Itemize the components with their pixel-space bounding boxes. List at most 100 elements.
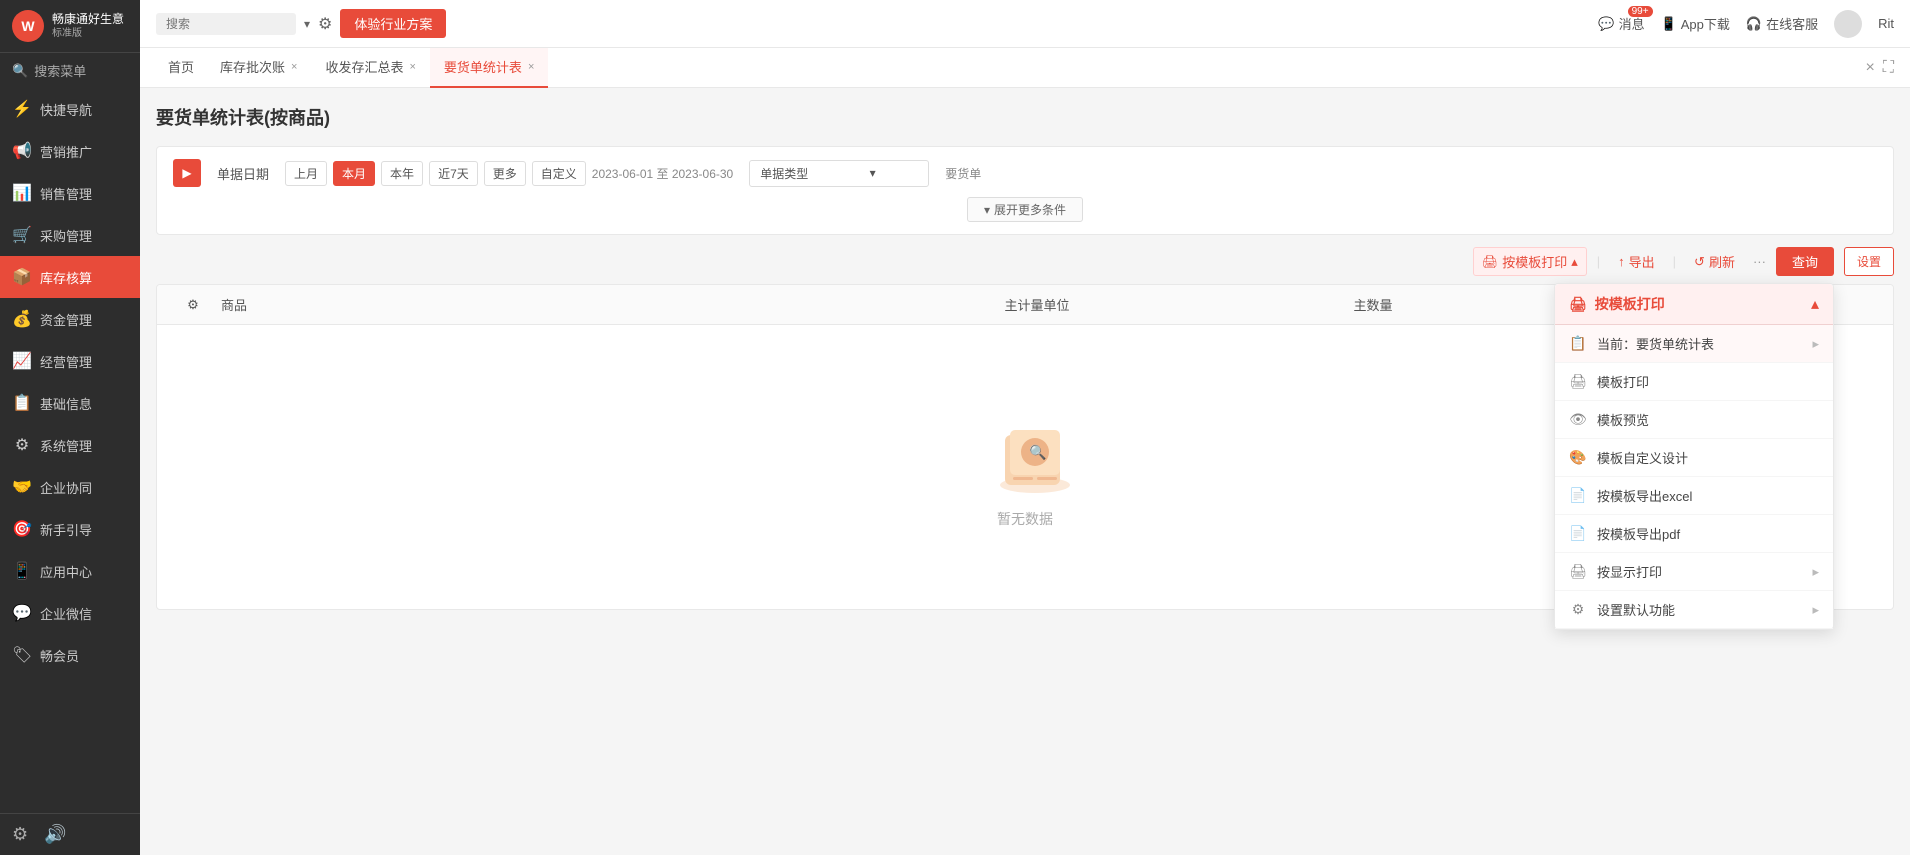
svg-text:🔍: 🔍 bbox=[1029, 443, 1046, 461]
date-filter: 上月 本月 本年 近7天 更多 自定义 2023-06-01 至 2023-06… bbox=[285, 161, 733, 186]
query-button[interactable]: 查询 bbox=[1776, 247, 1834, 276]
sidebar-item-label: 应用中心 bbox=[40, 562, 92, 581]
main-area: ▾ ⚙ 体验行业方案 💬 消息 99+ 📱 App下载 🎧 在线客服 Rit bbox=[140, 0, 1910, 855]
export-btn[interactable]: ↑ 导出 bbox=[1610, 248, 1663, 275]
empty-illustration: 🔍 bbox=[985, 405, 1085, 505]
chevron-right-icon: ▸ bbox=[1812, 564, 1819, 580]
date-btn-last-month[interactable]: 上月 bbox=[285, 161, 327, 186]
sidebar-item-quick-nav[interactable]: ⚡ 快捷导航 bbox=[0, 88, 140, 130]
dropdown-default-func[interactable]: ⚙ 设置默认功能 ▸ bbox=[1555, 591, 1833, 629]
tab-home[interactable]: 首页 bbox=[156, 48, 206, 88]
print-template-btn[interactable]: 🖨 按模板打印 ▴ bbox=[1473, 247, 1587, 276]
content-area: 要货单统计表(按商品) ▶ 单据日期 上月 本月 本年 近7天 更多 自定义 2… bbox=[140, 88, 1910, 855]
dropdown-close-icon[interactable]: ▴ bbox=[1811, 294, 1819, 314]
topbar-left: ▾ ⚙ 体验行业方案 bbox=[156, 9, 1586, 38]
tab-order-stats[interactable]: 要货单统计表 × bbox=[430, 48, 548, 88]
filter-row: ▶ 单据日期 上月 本月 本年 近7天 更多 自定义 2023-06-01 至 … bbox=[173, 159, 1877, 187]
sidebar-search[interactable]: 🔍 搜索菜单 bbox=[0, 53, 140, 88]
refresh-btn[interactable]: ↺ 刷新 bbox=[1686, 248, 1743, 275]
sidebar-item-system[interactable]: ⚙ 系统管理 bbox=[0, 424, 140, 466]
window-controls: × ⛶ bbox=[1865, 59, 1894, 77]
settings-button[interactable]: 设置 bbox=[1844, 247, 1894, 276]
sidebar-item-inventory[interactable]: 📦 库存核算 bbox=[0, 256, 140, 298]
dropdown-display-print[interactable]: 🖨 按显示打印 ▸ bbox=[1555, 553, 1833, 591]
date-btn-custom[interactable]: 自定义 bbox=[532, 161, 586, 186]
toolbar: 🖨 按模板打印 ▴ | ↑ 导出 | ↺ 刷新 ··· 查询 设置 🖨 bbox=[156, 247, 1894, 276]
sidebar-item-guide[interactable]: 🎯 新手引导 bbox=[0, 508, 140, 550]
app-download-group[interactable]: 📱 App下载 bbox=[1661, 14, 1730, 33]
sidebar-item-appstore[interactable]: 📱 应用中心 bbox=[0, 550, 140, 592]
online-service-group[interactable]: 🎧 在线客服 bbox=[1746, 14, 1818, 33]
col-unit: 主计量单位 bbox=[869, 295, 1205, 314]
tab-close-icon[interactable]: × bbox=[528, 61, 534, 73]
order-type-select[interactable]: 单据类型 ▾ bbox=[749, 160, 929, 187]
trial-button[interactable]: 体验行业方案 bbox=[340, 9, 446, 38]
topbar-search-input[interactable] bbox=[156, 13, 296, 35]
sidebar-item-marketing[interactable]: 📢 营销推广 bbox=[0, 130, 140, 172]
dropdown-item-label: 按显示打印 bbox=[1597, 562, 1662, 581]
date-btn-this-year[interactable]: 本年 bbox=[381, 161, 423, 186]
more-icon[interactable]: ··· bbox=[1753, 254, 1766, 269]
dropdown-template-print[interactable]: 🖨 模板打印 bbox=[1555, 363, 1833, 401]
date-btn-this-month[interactable]: 本月 bbox=[333, 161, 375, 186]
current-icon: 📋 bbox=[1569, 335, 1587, 352]
sidebar-item-label: 系统管理 bbox=[40, 436, 92, 455]
dropdown-template-excel[interactable]: 📄 按模板导出excel bbox=[1555, 477, 1833, 515]
sidebar-sound-icon[interactable]: 🔊 bbox=[44, 824, 66, 845]
tab-close-icon[interactable]: × bbox=[409, 61, 415, 73]
dropdown-current-item[interactable]: 📋 当前：要货单统计表 ▸ bbox=[1555, 325, 1833, 363]
dropdown-template-design[interactable]: 🎨 模板自定义设计 bbox=[1555, 439, 1833, 477]
member-icon: 🏷 bbox=[12, 645, 32, 665]
sidebar-item-label: 畅会员 bbox=[40, 646, 79, 665]
empty-text: 暂无数据 bbox=[997, 509, 1053, 529]
avatar[interactable] bbox=[1834, 10, 1862, 38]
sidebar-item-basic[interactable]: 📋 基础信息 bbox=[0, 382, 140, 424]
export-icon: ↑ bbox=[1618, 254, 1625, 269]
window-maximize-btn[interactable]: ⛶ bbox=[1883, 59, 1894, 77]
sidebar-item-sales[interactable]: 📊 销售管理 bbox=[0, 172, 140, 214]
headset-icon: 🎧 bbox=[1746, 16, 1762, 32]
basic-icon: 📋 bbox=[12, 393, 32, 413]
topbar: ▾ ⚙ 体验行业方案 💬 消息 99+ 📱 App下载 🎧 在线客服 Rit bbox=[140, 0, 1910, 48]
sidebar-item-label: 资金管理 bbox=[40, 310, 92, 329]
tab-collection-summary[interactable]: 收发存汇总表 × bbox=[311, 48, 429, 88]
sidebar-item-finance[interactable]: 💰 资金管理 bbox=[0, 298, 140, 340]
refresh-icon: ↺ bbox=[1694, 254, 1705, 270]
dropdown-template-preview[interactable]: 👁 模板预览 bbox=[1555, 401, 1833, 439]
sidebar-item-wechat[interactable]: 💬 企业微信 bbox=[0, 592, 140, 634]
logo-text: 畅康通好生意 标准版 bbox=[52, 12, 124, 41]
expand-more-btn[interactable]: ▾ 展开更多条件 bbox=[967, 197, 1083, 222]
operation-icon: 📈 bbox=[12, 351, 32, 371]
window-close-btn[interactable]: × bbox=[1865, 59, 1874, 77]
sidebar-item-label: 新手引导 bbox=[40, 520, 92, 539]
tab-label: 要货单统计表 bbox=[444, 57, 522, 76]
date-btn-more[interactable]: 更多 bbox=[484, 161, 526, 186]
message-badge: 99+ bbox=[1628, 6, 1653, 17]
message-group[interactable]: 💬 消息 99+ bbox=[1598, 14, 1644, 33]
guide-icon: 🎯 bbox=[12, 519, 32, 539]
template-excel-icon: 📄 bbox=[1569, 487, 1587, 504]
dropdown-title-group: 🖨 按模板打印 bbox=[1569, 294, 1665, 314]
sidebar-item-member[interactable]: 🏷 畅会员 bbox=[0, 634, 140, 676]
dropdown-current-label: 当前：要货单统计表 bbox=[1597, 334, 1714, 353]
app-download-label: App下载 bbox=[1681, 14, 1730, 33]
filter-expand-icon[interactable]: ▶ bbox=[173, 159, 201, 187]
sidebar-settings-icon[interactable]: ⚙ bbox=[12, 824, 28, 845]
sidebar-item-operation[interactable]: 📈 经营管理 bbox=[0, 340, 140, 382]
default-func-icon: ⚙ bbox=[1569, 601, 1587, 618]
sidebar-item-purchase[interactable]: 🛒 采购管理 bbox=[0, 214, 140, 256]
dropdown-template-pdf[interactable]: 📄 按模板导出pdf bbox=[1555, 515, 1833, 553]
date-btn-7days[interactable]: 近7天 bbox=[429, 161, 478, 186]
topbar-dropdown-arrow[interactable]: ▾ bbox=[304, 17, 310, 31]
tab-label: 收发存汇总表 bbox=[325, 57, 403, 76]
tab-close-icon[interactable]: × bbox=[291, 61, 297, 73]
sidebar: W 畅康通好生意 标准版 🔍 搜索菜单 ⚡ 快捷导航 📢 营销推广 📊 销售管理… bbox=[0, 0, 140, 855]
display-print-icon: 🖨 bbox=[1569, 563, 1587, 580]
sidebar-item-label: 快捷导航 bbox=[40, 100, 92, 119]
dropdown-item-label: 设置默认功能 bbox=[1597, 600, 1675, 619]
sidebar-item-cooperation[interactable]: 🤝 企业协同 bbox=[0, 466, 140, 508]
tab-batch-account[interactable]: 库存批次账 × bbox=[206, 48, 311, 88]
order-type-label: 单据类型 bbox=[760, 165, 809, 182]
col-settings[interactable]: ⚙ bbox=[173, 297, 213, 313]
topbar-gear-icon[interactable]: ⚙ bbox=[318, 14, 332, 34]
